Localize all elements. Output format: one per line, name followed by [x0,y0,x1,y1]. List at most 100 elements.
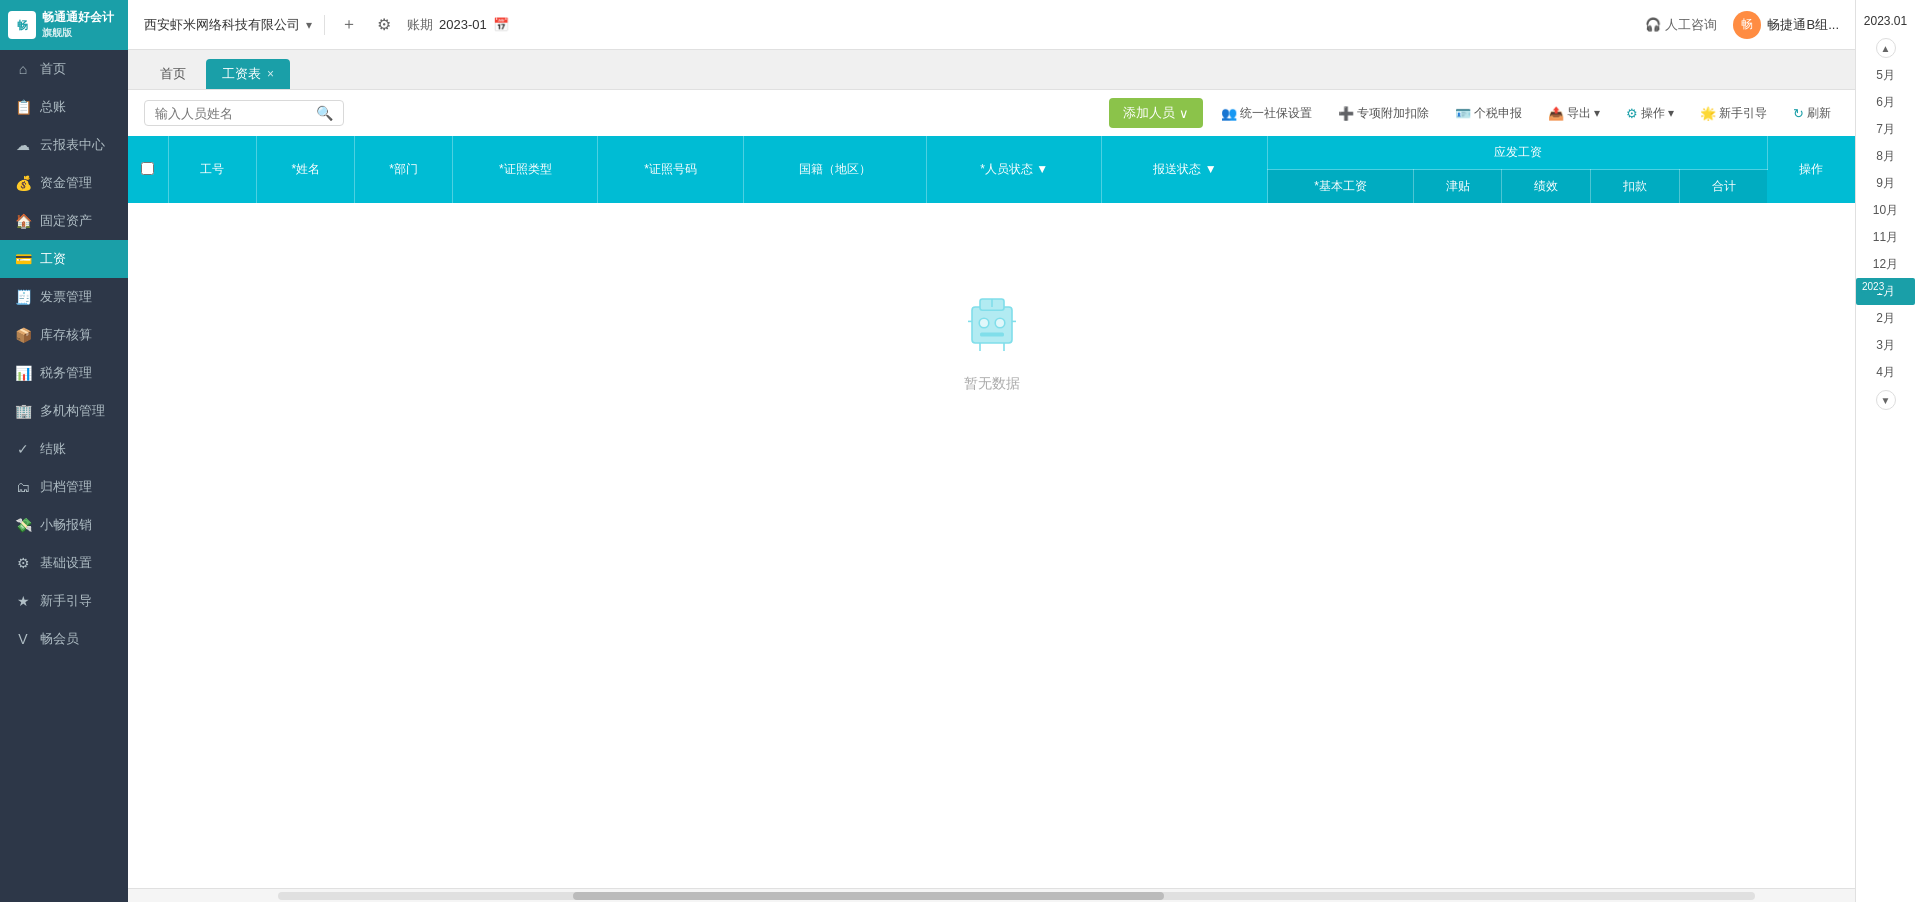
topbar: 西安虾米网络科技有限公司 ▾ ＋ ⚙ 账期 2023-01 📅 🎧 人工咨询 畅… [128,0,1855,50]
export-arrow: ▾ [1594,106,1600,120]
search-box[interactable]: 🔍 [144,100,344,126]
refresh-icon: ↻ [1793,106,1804,121]
search-input[interactable] [155,106,310,121]
tab-salary[interactable]: 工资表 × [206,59,290,89]
export-button[interactable]: 📤 导出 ▾ [1540,101,1608,126]
tax-icon: 🪪 [1455,106,1471,121]
social-icon: 👥 [1221,106,1237,121]
select-all-checkbox[interactable] [141,162,154,175]
scrollbar-track [278,892,1755,900]
sidebar-label-inventory: 库存核算 [40,326,92,344]
sidebar-item-ledger[interactable]: 📋 总账 [0,88,128,126]
sidebar-label-ledger: 总账 [40,98,66,116]
th-cert-no: *证照号码 [598,136,743,203]
month-item-10月[interactable]: 10月 [1856,197,1915,224]
guide-label: 新手引导 [1719,105,1767,122]
social-security-button[interactable]: 👥 统一社保设置 [1213,101,1320,126]
month-item-4月[interactable]: 4月 [1856,359,1915,386]
operate-label: 操作 [1641,105,1665,122]
sidebar-item-closing[interactable]: ✓ 结账 [0,430,128,468]
panel-scroll-down[interactable]: ▼ [1876,390,1896,410]
operate-button[interactable]: ⚙ 操作 ▾ [1618,101,1682,126]
sidebar-item-salary[interactable]: 💳 工资 [0,240,128,278]
newbie-guide-button[interactable]: 🌟 新手引导 [1692,101,1775,126]
inventory-icon: 📦 [14,327,32,343]
sidebar-item-settings[interactable]: ⚙ 基础设置 [0,544,128,582]
add-person-label: 添加人员 [1123,104,1175,122]
month-item-9月[interactable]: 9月 [1856,170,1915,197]
sidebar-item-archive[interactable]: 🗂 归档管理 [0,468,128,506]
sidebar-item-asset[interactable]: 🏠 固定资产 [0,202,128,240]
app-version: 旗舰版 [42,26,114,40]
month-item-5月[interactable]: 5月 [1856,62,1915,89]
month-item-11月[interactable]: 11月 [1856,224,1915,251]
sidebar-label-asset: 固定资产 [40,212,92,230]
main-area: 西安虾米网络科技有限公司 ▾ ＋ ⚙ 账期 2023-01 📅 🎧 人工咨询 畅… [128,0,1855,902]
tab-home[interactable]: 首页 [144,59,202,89]
special-deduct-button[interactable]: ➕ 专项附加扣除 [1330,101,1437,126]
scrollbar-thumb[interactable] [573,892,1164,900]
sidebar-item-report[interactable]: ☁ 云报表中心 [0,126,128,164]
export-label: 导出 [1567,105,1591,122]
sidebar-item-invoice[interactable]: 🧾 发票管理 [0,278,128,316]
fund-icon: 💰 [14,175,32,191]
th-country: 国籍（地区） [743,136,926,203]
month-item-3月[interactable]: 3月 [1856,332,1915,359]
month-item-2月[interactable]: 2月 [1856,305,1915,332]
sidebar-label-member: 畅会员 [40,630,79,648]
avatar: 畅 [1733,11,1761,39]
sidebar-label-salary: 工资 [40,250,66,268]
add-person-button[interactable]: 添加人员 ∨ [1109,98,1203,128]
settings-icon: ⚙ [14,555,32,571]
svg-rect-0 [972,307,1012,343]
sidebar-item-member[interactable]: V 畅会员 [0,620,128,658]
refresh-button[interactable]: ↻ 刷新 [1785,101,1839,126]
panel-scroll-up[interactable]: ▲ [1876,38,1896,58]
tax-report-button[interactable]: 🪪 个税申报 [1447,101,1530,126]
table-wrapper: 工号 *姓名 *部门 *证照类型 *证照号码 国籍（地区） *人员状态 ▼ 报送… [128,136,1855,888]
tab-salary-close[interactable]: × [267,67,274,81]
social-label: 统一社保设置 [1240,105,1312,122]
sidebar-item-tax[interactable]: 📊 税务管理 [0,354,128,392]
horizontal-scrollbar[interactable] [128,888,1855,902]
sidebar-item-home[interactable]: ⌂ 首页 [0,50,128,88]
add-company-button[interactable]: ＋ [337,10,361,39]
calendar-icon[interactable]: 📅 [493,17,509,32]
table-header-row1: 工号 *姓名 *部门 *证照类型 *证照号码 国籍（地区） *人员状态 ▼ 报送… [128,136,1855,170]
company-selector[interactable]: 西安虾米网络科技有限公司 ▾ [144,16,312,34]
svg-point-3 [979,318,989,328]
logo-icon: 畅 [8,11,36,39]
sidebar-item-fund[interactable]: 💰 资金管理 [0,164,128,202]
month-item-12月[interactable]: 12月 [1856,251,1915,278]
ledger-icon: 📋 [14,99,32,115]
th-total: 合计 [1679,170,1767,204]
sidebar-item-expense[interactable]: 💸 小畅报销 [0,506,128,544]
month-item-6月[interactable]: 6月 [1856,89,1915,116]
period-label: 账期 [407,16,433,34]
guide-icon: ★ [14,593,32,609]
month-item-1月[interactable]: 20231月 [1856,278,1915,305]
user-menu[interactable]: 畅 畅捷通B组... [1733,11,1839,39]
th-num: 工号 [168,136,257,203]
sidebar-item-multi[interactable]: 🏢 多机构管理 [0,392,128,430]
service-button[interactable]: 🎧 人工咨询 [1645,16,1717,34]
tabbar: 首页 工资表 × [128,50,1855,90]
sidebar-label-archive: 归档管理 [40,478,92,496]
refresh-label: 刷新 [1807,105,1831,122]
month-item-8月[interactable]: 8月 [1856,143,1915,170]
sidebar-label-tax: 税务管理 [40,364,92,382]
empty-text: 暂无数据 [964,375,1020,393]
sidebar-item-guide[interactable]: ★ 新手引导 [0,582,128,620]
month-item-7月[interactable]: 7月 [1856,116,1915,143]
tax-label: 个税申报 [1474,105,1522,122]
salary-icon: 💳 [14,251,32,267]
sidebar-item-inventory[interactable]: 📦 库存核算 [0,316,128,354]
empty-cell: 暂无数据 [128,203,1855,473]
closing-icon: ✓ [14,441,32,457]
th-performance: 绩效 [1502,170,1591,204]
th-person-status: *人员状态 ▼ [927,136,1102,203]
deduct-label: 专项附加扣除 [1357,105,1429,122]
user-label: 畅捷通B组... [1767,16,1839,34]
th-checkbox[interactable] [128,136,168,203]
settings-button[interactable]: ⚙ [373,11,395,38]
